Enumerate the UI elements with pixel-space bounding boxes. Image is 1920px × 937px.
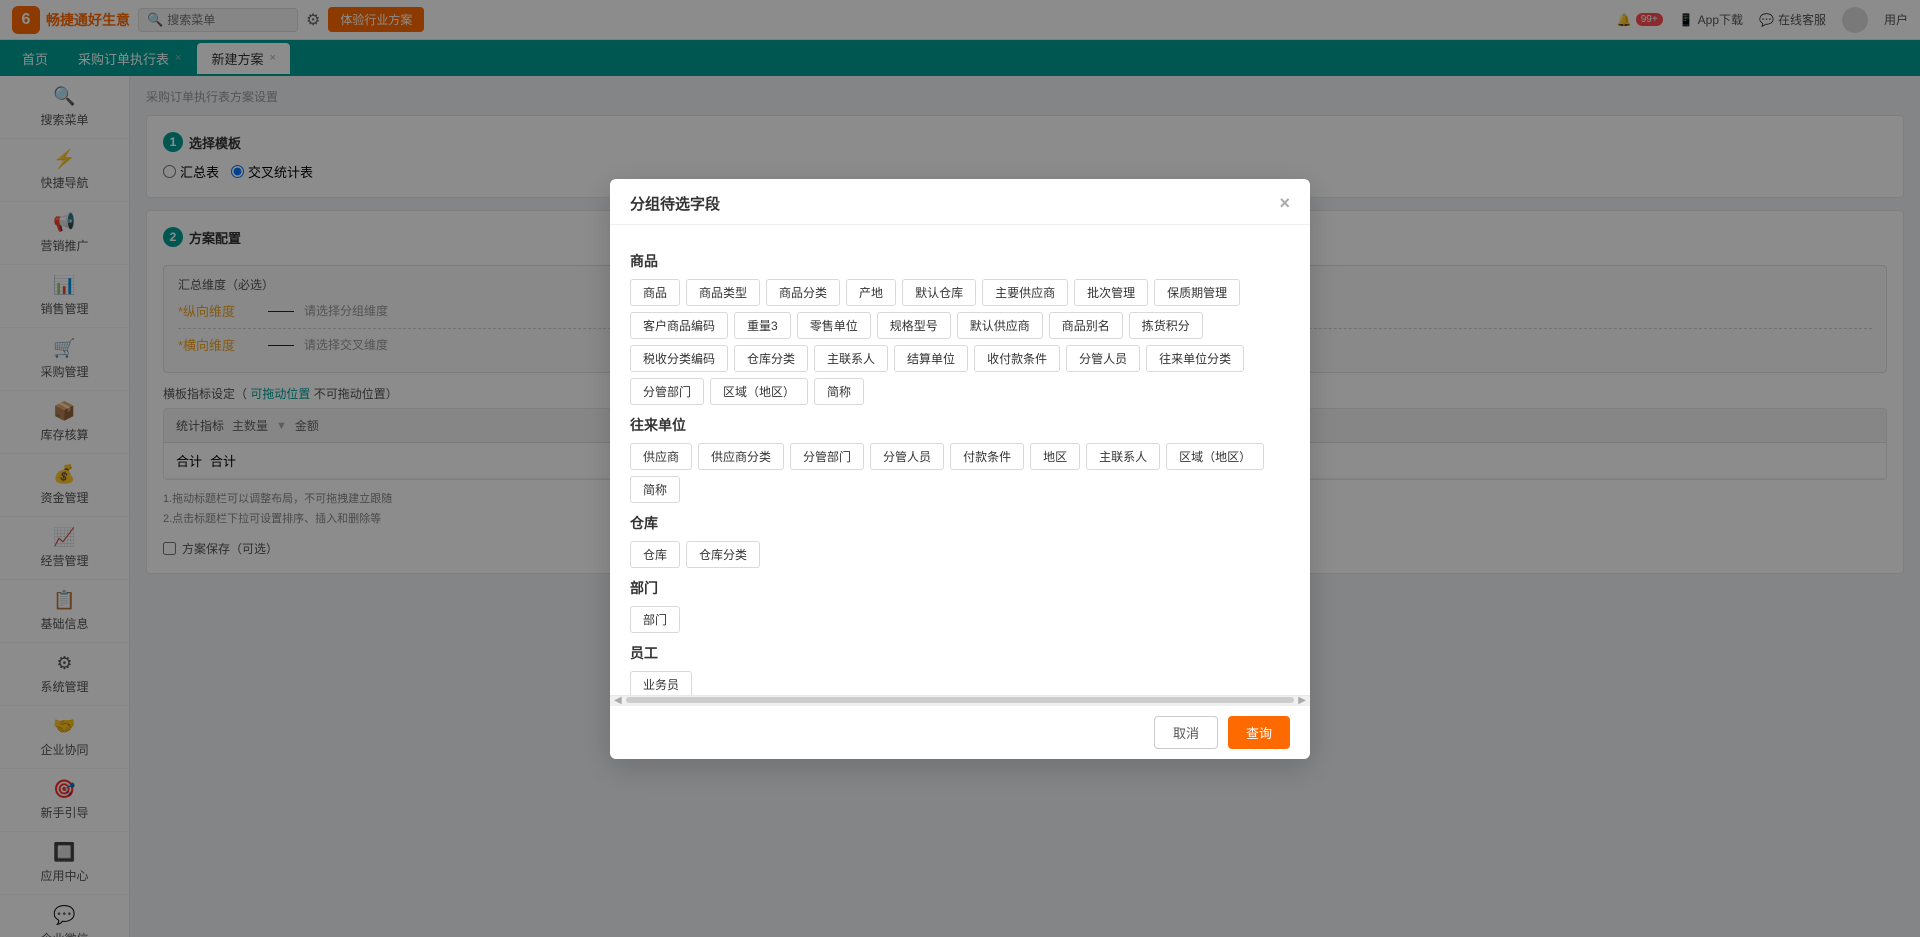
tag-goods-21[interactable]: 往来单位分类 bbox=[1146, 345, 1244, 372]
tag-contacts-4[interactable]: 付款条件 bbox=[950, 443, 1024, 470]
modal-horizontal-scrollbar[interactable]: ◀ ▶ bbox=[610, 695, 1310, 705]
tag-goods-3[interactable]: 产地 bbox=[846, 279, 896, 306]
tag-goods-16[interactable]: 仓库分类 bbox=[734, 345, 808, 372]
group-title-employee: 员工 bbox=[630, 643, 1290, 663]
group-tags-contacts: 供应商 供应商分类 分管部门 分管人员 付款条件 地区 主联系人 区域（地区） … bbox=[630, 443, 1290, 503]
tag-contacts-5[interactable]: 地区 bbox=[1030, 443, 1080, 470]
tag-goods-19[interactable]: 收付款条件 bbox=[974, 345, 1060, 372]
tag-goods-5[interactable]: 主要供应商 bbox=[982, 279, 1068, 306]
modal: 分组待选字段 × 商品 商品 商品类型 商品分类 产地 默认仓库 主要供应商 批… bbox=[610, 179, 1310, 759]
group-title-warehouse: 仓库 bbox=[630, 513, 1290, 533]
tag-goods-24[interactable]: 简称 bbox=[814, 378, 864, 405]
tag-goods-7[interactable]: 保质期管理 bbox=[1154, 279, 1240, 306]
group-tags-employee: 业务员 bbox=[630, 671, 1290, 695]
tag-contacts-8[interactable]: 简称 bbox=[630, 476, 680, 503]
tag-goods-20[interactable]: 分管人员 bbox=[1066, 345, 1140, 372]
tag-employee-0[interactable]: 业务员 bbox=[630, 671, 692, 695]
tag-goods-22[interactable]: 分管部门 bbox=[630, 378, 704, 405]
modal-close-button[interactable]: × bbox=[1279, 193, 1290, 214]
tag-contacts-2[interactable]: 分管部门 bbox=[790, 443, 864, 470]
modal-header: 分组待选字段 × bbox=[610, 179, 1310, 225]
tag-contacts-6[interactable]: 主联系人 bbox=[1086, 443, 1160, 470]
group-tags-goods: 商品 商品类型 商品分类 产地 默认仓库 主要供应商 批次管理 保质期管理 客户… bbox=[630, 279, 1290, 405]
tag-goods-10[interactable]: 零售单位 bbox=[797, 312, 871, 339]
tag-goods-9[interactable]: 重量3 bbox=[734, 312, 791, 339]
tag-warehouse-0[interactable]: 仓库 bbox=[630, 541, 680, 568]
group-tags-warehouse: 仓库 仓库分类 bbox=[630, 541, 1290, 568]
tag-contacts-0[interactable]: 供应商 bbox=[630, 443, 692, 470]
tag-goods-13[interactable]: 商品别名 bbox=[1049, 312, 1123, 339]
modal-overlay: 分组待选字段 × 商品 商品 商品类型 商品分类 产地 默认仓库 主要供应商 批… bbox=[0, 0, 1920, 937]
hscroll-thumb[interactable] bbox=[626, 697, 1295, 703]
tag-goods-4[interactable]: 默认仓库 bbox=[902, 279, 976, 306]
tag-goods-15[interactable]: 税收分类编码 bbox=[630, 345, 728, 372]
tag-warehouse-1[interactable]: 仓库分类 bbox=[686, 541, 760, 568]
tag-contacts-7[interactable]: 区域（地区） bbox=[1166, 443, 1264, 470]
tag-goods-8[interactable]: 客户商品编码 bbox=[630, 312, 728, 339]
tag-goods-18[interactable]: 结算单位 bbox=[894, 345, 968, 372]
tag-goods-6[interactable]: 批次管理 bbox=[1074, 279, 1148, 306]
tag-goods-12[interactable]: 默认供应商 bbox=[957, 312, 1043, 339]
tag-goods-11[interactable]: 规格型号 bbox=[877, 312, 951, 339]
tag-goods-2[interactable]: 商品分类 bbox=[766, 279, 840, 306]
group-title-goods: 商品 bbox=[630, 251, 1290, 271]
group-tags-dept: 部门 bbox=[630, 606, 1290, 633]
tag-contacts-1[interactable]: 供应商分类 bbox=[698, 443, 784, 470]
modal-footer: 取消 查询 bbox=[610, 705, 1310, 759]
group-title-contacts: 往来单位 bbox=[630, 415, 1290, 435]
tag-contacts-3[interactable]: 分管人员 bbox=[870, 443, 944, 470]
tag-goods-0[interactable]: 商品 bbox=[630, 279, 680, 306]
tag-goods-1[interactable]: 商品类型 bbox=[686, 279, 760, 306]
modal-body: 商品 商品 商品类型 商品分类 产地 默认仓库 主要供应商 批次管理 保质期管理… bbox=[610, 225, 1310, 695]
modal-confirm-button[interactable]: 查询 bbox=[1228, 716, 1290, 749]
tag-goods-23[interactable]: 区域（地区） bbox=[710, 378, 808, 405]
modal-title: 分组待选字段 bbox=[630, 193, 720, 214]
tag-goods-14[interactable]: 拣货积分 bbox=[1129, 312, 1203, 339]
tag-goods-17[interactable]: 主联系人 bbox=[814, 345, 888, 372]
group-title-dept: 部门 bbox=[630, 578, 1290, 598]
modal-cancel-button[interactable]: 取消 bbox=[1154, 716, 1218, 749]
tag-dept-0[interactable]: 部门 bbox=[630, 606, 680, 633]
